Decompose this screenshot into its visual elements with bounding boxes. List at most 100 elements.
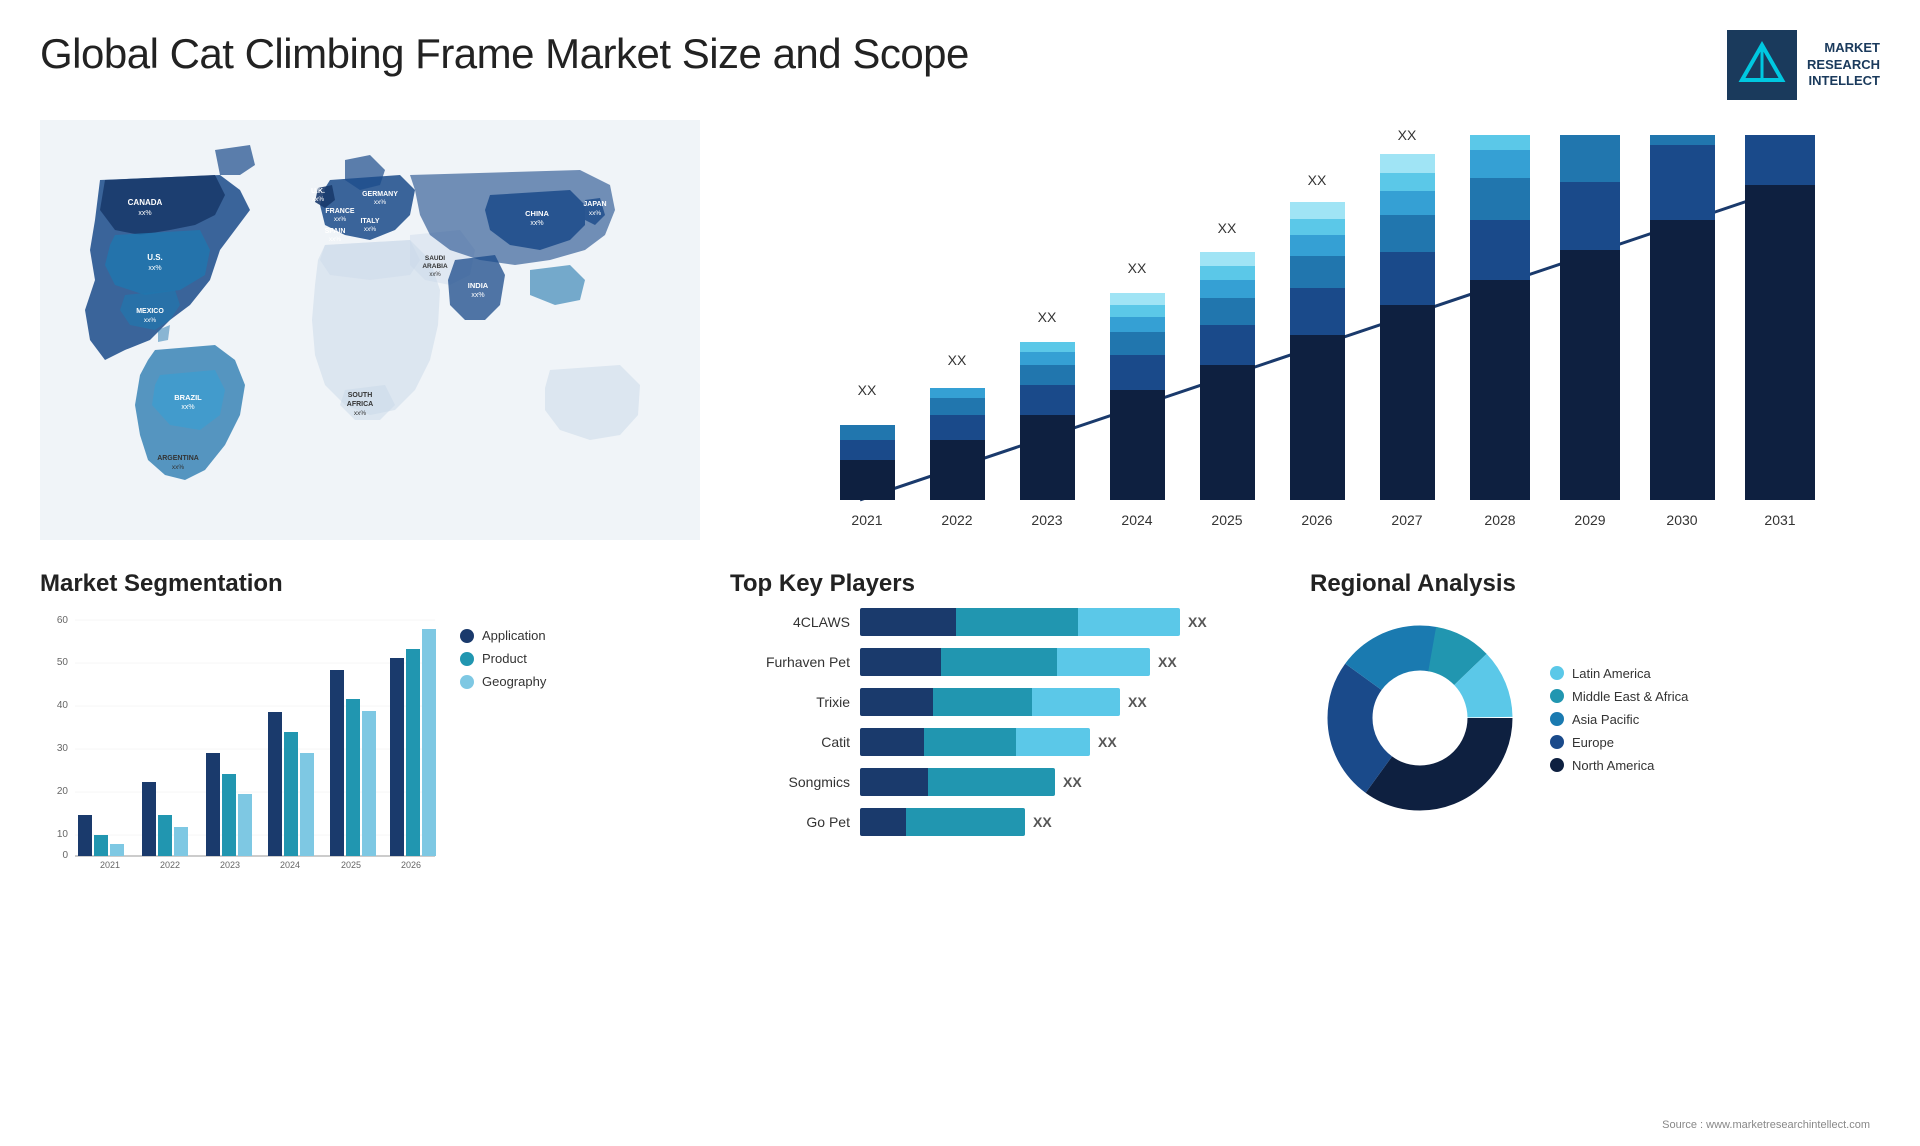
player-name-4claws: 4CLAWS: [730, 614, 850, 630]
segmentation-legend: Application Product Geography: [460, 628, 546, 697]
players-bars: 4CLAWS XX Furhaven Pet: [730, 608, 1290, 836]
legend-label-latin: Latin America: [1572, 666, 1651, 681]
player-bar-wrap-trixie: XX: [860, 688, 1290, 716]
svg-text:10: 10: [57, 829, 69, 840]
map-label-china: CHINA: [525, 209, 549, 218]
svg-text:50: 50: [57, 657, 69, 668]
svg-text:40: 40: [57, 700, 69, 711]
main-content: CANADA xx% U.S. xx% MEXICO xx% BRAZIL xx…: [0, 120, 1920, 1136]
player-name-trixie: Trixie: [730, 694, 850, 710]
bar-2022-seg3: [930, 398, 985, 415]
bar-2021-seg3: [840, 425, 895, 440]
legend-dot-application: [460, 629, 474, 643]
bar-year-2031: 2031: [1764, 512, 1795, 528]
svg-text:ARABIA: ARABIA: [422, 263, 448, 270]
map-label-japan: JAPAN: [583, 201, 606, 208]
legend-me-africa: Middle East & Africa: [1550, 689, 1688, 704]
regional-legend: Latin America Middle East & Africa Asia …: [1550, 666, 1688, 781]
map-label-spain: SPAIN: [325, 228, 346, 235]
svg-text:xx%: xx%: [144, 317, 157, 324]
player-bar-wrap-gopet: XX: [860, 808, 1290, 836]
bar-label-2024-xx: XX: [1128, 260, 1147, 276]
player-row-trixie: Trixie XX: [730, 688, 1290, 716]
logo-icon: [1727, 30, 1797, 100]
player-bar-wrap-catit: XX: [860, 728, 1290, 756]
regional-section: Regional Analysis: [1310, 570, 1880, 1116]
svg-text:0: 0: [62, 850, 68, 861]
bar-chart-svg: XX 2021 XX 2022 XX 2023 XX 20: [740, 130, 1880, 550]
logo-area: MARKET RESEARCH INTELLECT: [1727, 30, 1880, 100]
svg-text:xx%: xx%: [429, 272, 441, 278]
player-bar-4claws: [860, 608, 1180, 636]
player-row-catit: Catit XX: [730, 728, 1290, 756]
map-label-us: U.S.: [147, 253, 163, 262]
bar-2022-seg4: [930, 388, 985, 398]
page-title: Global Cat Climbing Frame Market Size an…: [40, 30, 969, 78]
svg-text:xx%: xx%: [312, 196, 325, 203]
bar-label-2022-xx: XX: [948, 352, 967, 368]
bar-chart-section: XX 2021 XX 2022 XX 2023 XX 20: [720, 120, 1880, 550]
player-row-gopet: Go Pet XX: [730, 808, 1290, 836]
svg-text:xx%: xx%: [334, 216, 347, 223]
svg-text:2026: 2026: [401, 860, 421, 868]
svg-text:xx%: xx%: [374, 199, 387, 206]
donut-wrap: Latin America Middle East & Africa Asia …: [1310, 608, 1880, 828]
bar-year-2030: 2030: [1666, 512, 1697, 528]
player-bar-songmics: [860, 768, 1055, 796]
legend-north-america: North America: [1550, 758, 1688, 773]
bar-2021-seg1: [840, 460, 895, 500]
player-bar-wrap-furhaven: XX: [860, 648, 1290, 676]
player-row-4claws: 4CLAWS XX: [730, 608, 1290, 636]
bar-year-2022: 2022: [941, 512, 972, 528]
player-xx-furhaven: XX: [1158, 654, 1177, 670]
svg-text:2023: 2023: [220, 860, 240, 868]
player-xx-catit: XX: [1098, 734, 1117, 750]
legend-application: Application: [460, 628, 546, 643]
player-xx-4claws: XX: [1188, 614, 1207, 630]
legend-dot-europe: [1550, 735, 1564, 749]
map-label-mexico: MEXICO: [136, 308, 164, 315]
map-label-italy: ITALY: [360, 218, 379, 225]
bar-label-2023-xx: XX: [1038, 309, 1057, 325]
bar-label-2027-xx: XX: [1398, 130, 1417, 143]
donut-center: [1378, 676, 1462, 760]
legend-europe: Europe: [1550, 735, 1688, 750]
bar-year-2028: 2028: [1484, 512, 1515, 528]
svg-text:xx%: xx%: [138, 210, 151, 217]
legend-label-application: Application: [482, 628, 546, 643]
map-label-germany: GERMANY: [362, 191, 398, 198]
segmentation-chart-container: 60 50 40 30 20 10 0 2021: [40, 608, 700, 868]
svg-text:2024: 2024: [280, 860, 300, 868]
map-section: CANADA xx% U.S. xx% MEXICO xx% BRAZIL xx…: [40, 120, 700, 550]
regional-title: Regional Analysis: [1310, 570, 1880, 598]
segmentation-section: Market Segmentation 60 50 40 30 20 10 0: [40, 570, 700, 1116]
legend-label-product: Product: [482, 651, 527, 666]
player-name-songmics: Songmics: [730, 774, 850, 790]
legend-dot-north-america: [1550, 758, 1564, 772]
svg-text:xx%: xx%: [364, 226, 377, 233]
player-bar-furhaven: [860, 648, 1150, 676]
bar-2021-seg2: [840, 440, 895, 460]
bar-year-2025: 2025: [1211, 512, 1242, 528]
segmentation-title: Market Segmentation: [40, 570, 700, 598]
map-label-saudi: SAUDI: [425, 255, 445, 262]
legend-dot-asia: [1550, 712, 1564, 726]
svg-text:2021: 2021: [100, 860, 120, 868]
svg-text:xx%: xx%: [530, 220, 543, 227]
logo-text: MARKET RESEARCH INTELLECT: [1807, 40, 1880, 91]
svg-text:60: 60: [57, 615, 69, 626]
svg-text:2025: 2025: [341, 860, 361, 868]
legend-label-asia: Asia Pacific: [1572, 712, 1639, 727]
map-label-india: INDIA: [468, 281, 489, 290]
bar-2022-seg2: [930, 415, 985, 440]
legend-dot-geography: [460, 675, 474, 689]
player-row-songmics: Songmics XX: [730, 768, 1290, 796]
map-label-canada: CANADA: [128, 198, 163, 207]
map-label-argentina: ARGENTINA: [157, 455, 199, 462]
bar-year-2024: 2024: [1121, 512, 1152, 528]
source-text: Source : www.marketresearchintellect.com: [1662, 1119, 1870, 1131]
player-bar-trixie: [860, 688, 1120, 716]
svg-text:xx%: xx%: [329, 236, 342, 243]
bar-label-2026-xx: XX: [1308, 172, 1327, 188]
player-name-catit: Catit: [730, 734, 850, 750]
